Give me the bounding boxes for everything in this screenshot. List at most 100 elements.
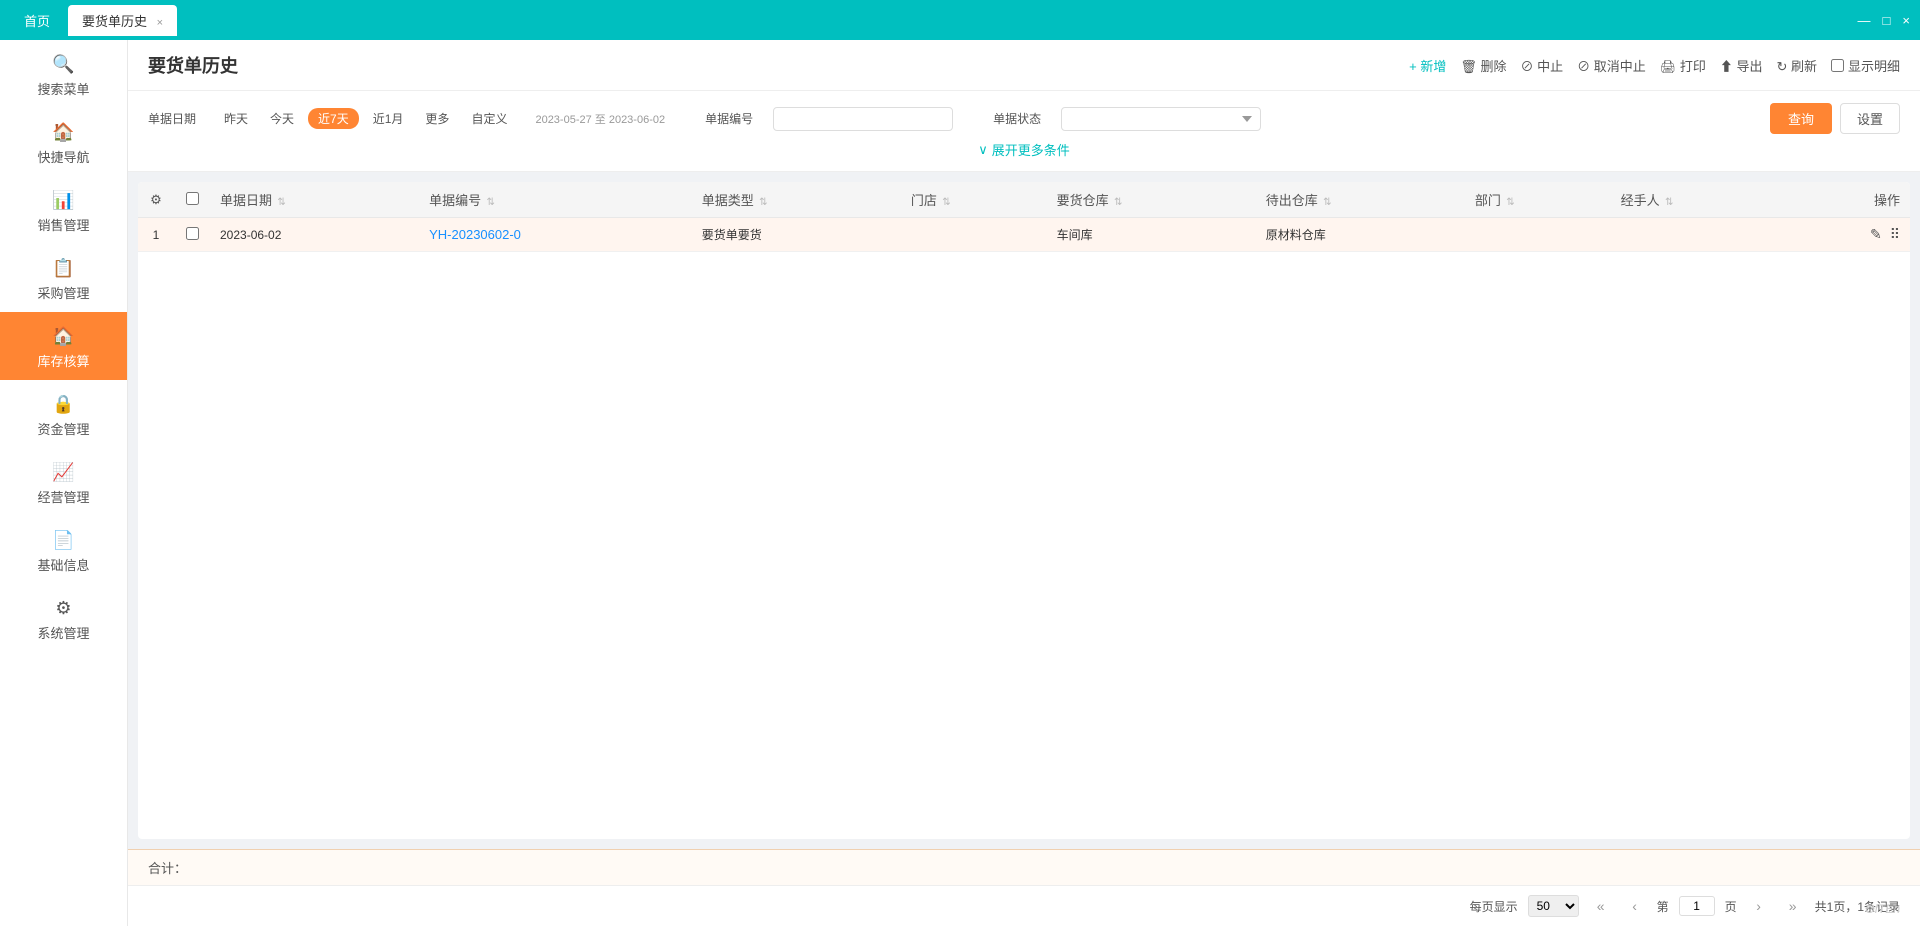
- sidebar-item-label: 库存核算: [37, 351, 89, 370]
- col-date: 单据日期 ⇅: [210, 182, 419, 218]
- row-bill-no: YH-20230602-0: [419, 218, 692, 252]
- chevron-down-icon: ∨: [978, 142, 988, 158]
- close-tab-icon[interactable]: ×: [157, 17, 163, 29]
- brand-label: OfTEn: [1865, 902, 1900, 916]
- window-controls: — □ ×: [1858, 13, 1910, 28]
- bill-no-label: 单据编号: [705, 110, 753, 127]
- sort-pending-warehouse-icon: ⇅: [1323, 197, 1331, 208]
- sort-store-icon: ⇅: [942, 197, 950, 208]
- date-btn-1month[interactable]: 近1月: [365, 108, 412, 129]
- filter-row-1: 单据日期 昨天 今天 近7天 近1月 更多 自定义 2023-05-27 至 2…: [148, 103, 1900, 134]
- sidebar-item-inventory[interactable]: 🏠 库存核算: [0, 312, 127, 380]
- sidebar-item-finance[interactable]: 🔒 资金管理: [0, 380, 127, 448]
- expand-more-btn[interactable]: ∨ 展开更多条件: [148, 140, 1900, 159]
- col-bill-no: 单据编号 ⇅: [419, 182, 692, 218]
- row-bill-type: 要货单要货: [692, 218, 901, 252]
- sidebar-item-label: 销售管理: [37, 215, 89, 234]
- first-page-btn[interactable]: «: [1589, 894, 1613, 918]
- date-btn-yesterday[interactable]: 昨天: [216, 108, 256, 129]
- per-page-label: 每页显示: [1470, 898, 1518, 915]
- sidebar-item-basic-info[interactable]: 📄 基础信息: [0, 516, 127, 584]
- next-page-btn[interactable]: ›: [1747, 894, 1771, 918]
- top-bar: 首页 要货单历史 × — □ ×: [0, 0, 1920, 40]
- cancel-stop-button[interactable]: ⊘ 取消中止: [1577, 56, 1646, 75]
- filter-area: 单据日期 昨天 今天 近7天 近1月 更多 自定义 2023-05-27 至 2…: [128, 91, 1920, 172]
- inventory-icon: 🏠: [52, 326, 74, 347]
- home-icon: 🏠: [52, 122, 74, 143]
- col-action: 操作: [1788, 182, 1910, 218]
- col-store: 门店 ⇅: [901, 182, 1047, 218]
- row-handler: [1611, 218, 1788, 252]
- bill-no-input[interactable]: [773, 107, 953, 131]
- sort-dept-icon: ⇅: [1506, 197, 1514, 208]
- date-filter-buttons: 昨天 今天 近7天 近1月 更多 自定义: [216, 108, 515, 129]
- date-btn-more[interactable]: 更多: [417, 108, 457, 129]
- sidebar-item-sales[interactable]: 📊 销售管理: [0, 176, 127, 244]
- table-header-row: ⚙ 单据日期 ⇅ 单据编号 ⇅: [138, 182, 1910, 218]
- date-filter-label: 单据日期: [148, 110, 196, 127]
- settings-button[interactable]: 设置: [1840, 103, 1900, 134]
- page-label-pre: 第: [1657, 898, 1669, 915]
- row-checkbox[interactable]: [186, 227, 199, 240]
- sidebar-item-label: 基础信息: [37, 555, 89, 574]
- status-select[interactable]: [1061, 107, 1261, 131]
- sidebar-item-management[interactable]: 📈 经营管理: [0, 448, 127, 516]
- main-layout: 🔍 搜索菜单 🏠 快捷导航 📊 销售管理 📋 采购管理 🏠 库存核算 🔒 资金管…: [0, 40, 1920, 926]
- toolbar: + 新增 🗑 删除 ⊘ 中止 ⊘ 取消中止 🖨 打印 ⬆ 导出 ↻ 刷新 显示明…: [1409, 56, 1900, 75]
- page-label: 页: [1725, 898, 1737, 915]
- summary-label: 合计：: [148, 861, 187, 876]
- sidebar-item-label: 系统管理: [37, 623, 89, 642]
- row-pending-warehouse: 原材料仓库: [1256, 218, 1465, 252]
- more-icon[interactable]: ⠿: [1890, 226, 1900, 243]
- col-bill-type: 单据类型 ⇅: [692, 182, 901, 218]
- page-input[interactable]: [1679, 896, 1715, 916]
- table-row: 1 2023-06-02 YH-20230602-0 要货单要货 车间库 原材料…: [138, 218, 1910, 252]
- maximize-btn[interactable]: □: [1883, 13, 1891, 28]
- per-page-select[interactable]: 50 100: [1528, 895, 1579, 917]
- print-button[interactable]: 🖨 打印: [1660, 56, 1706, 75]
- export-button[interactable]: ⬆ 导出: [1720, 56, 1763, 75]
- col-checkbox: [174, 182, 210, 218]
- tab-bill-history-label: 要货单历史: [82, 14, 147, 29]
- delete-button[interactable]: 🗑 删除: [1460, 56, 1506, 75]
- pagination: 每页显示 50 100 « ‹ 第 页 › » 共1页，1条记录: [128, 885, 1920, 926]
- date-btn-custom[interactable]: 自定义: [463, 108, 515, 129]
- new-button[interactable]: + 新增: [1409, 56, 1446, 75]
- sidebar-item-quicknav[interactable]: 🏠 快捷导航: [0, 108, 127, 176]
- sidebar-item-system[interactable]: ⚙ 系统管理: [0, 584, 127, 652]
- bill-table: ⚙ 单据日期 ⇅ 单据编号 ⇅: [138, 182, 1910, 252]
- page-header: 要货单历史 + 新增 🗑 删除 ⊘ 中止 ⊘ 取消中止 🖨 打印 ⬆ 导出 ↻ …: [128, 40, 1920, 91]
- select-all-checkbox[interactable]: [186, 192, 199, 205]
- sort-req-warehouse-icon: ⇅: [1114, 197, 1122, 208]
- filter-buttons: 查询 设置: [1770, 103, 1900, 134]
- sidebar-item-search[interactable]: 🔍 搜索菜单: [0, 40, 127, 108]
- row-store: [901, 218, 1047, 252]
- query-button[interactable]: 查询: [1770, 103, 1832, 134]
- settings-gear-icon[interactable]: ⚙: [150, 192, 162, 207]
- finance-icon: 🔒: [52, 394, 74, 415]
- close-btn[interactable]: ×: [1902, 13, 1910, 28]
- purchase-icon: 📋: [52, 258, 74, 279]
- refresh-button[interactable]: ↻ 刷新: [1776, 56, 1817, 75]
- minimize-btn[interactable]: —: [1858, 13, 1871, 28]
- sort-bill-no-icon: ⇅: [486, 197, 494, 208]
- search-icon: 🔍: [52, 54, 74, 75]
- stop-button[interactable]: ⊘ 中止: [1520, 56, 1563, 75]
- sidebar-item-purchase[interactable]: 📋 采购管理: [0, 244, 127, 312]
- tab-home[interactable]: 首页: [10, 5, 64, 36]
- date-range-display: 2023-05-27 至 2023-06-02: [535, 111, 665, 127]
- sidebar-item-label: 采购管理: [37, 283, 89, 302]
- prev-page-btn[interactable]: ‹: [1623, 894, 1647, 918]
- display-detail-checkbox[interactable]: [1831, 59, 1844, 72]
- col-req-warehouse: 要货仓库 ⇅: [1047, 182, 1256, 218]
- row-actions: ✎ ⠿: [1788, 218, 1910, 252]
- last-page-btn[interactable]: »: [1781, 894, 1805, 918]
- date-btn-7days[interactable]: 近7天: [308, 108, 359, 129]
- sort-bill-type-icon: ⇅: [759, 197, 767, 208]
- edit-icon[interactable]: ✎: [1870, 226, 1882, 243]
- tab-bill-history[interactable]: 要货单历史 ×: [68, 5, 177, 36]
- bill-no-link[interactable]: YH-20230602-0: [429, 227, 521, 242]
- sidebar-item-label: 经营管理: [37, 487, 89, 506]
- footer-summary: 合计：: [128, 849, 1920, 885]
- date-btn-today[interactable]: 今天: [262, 108, 302, 129]
